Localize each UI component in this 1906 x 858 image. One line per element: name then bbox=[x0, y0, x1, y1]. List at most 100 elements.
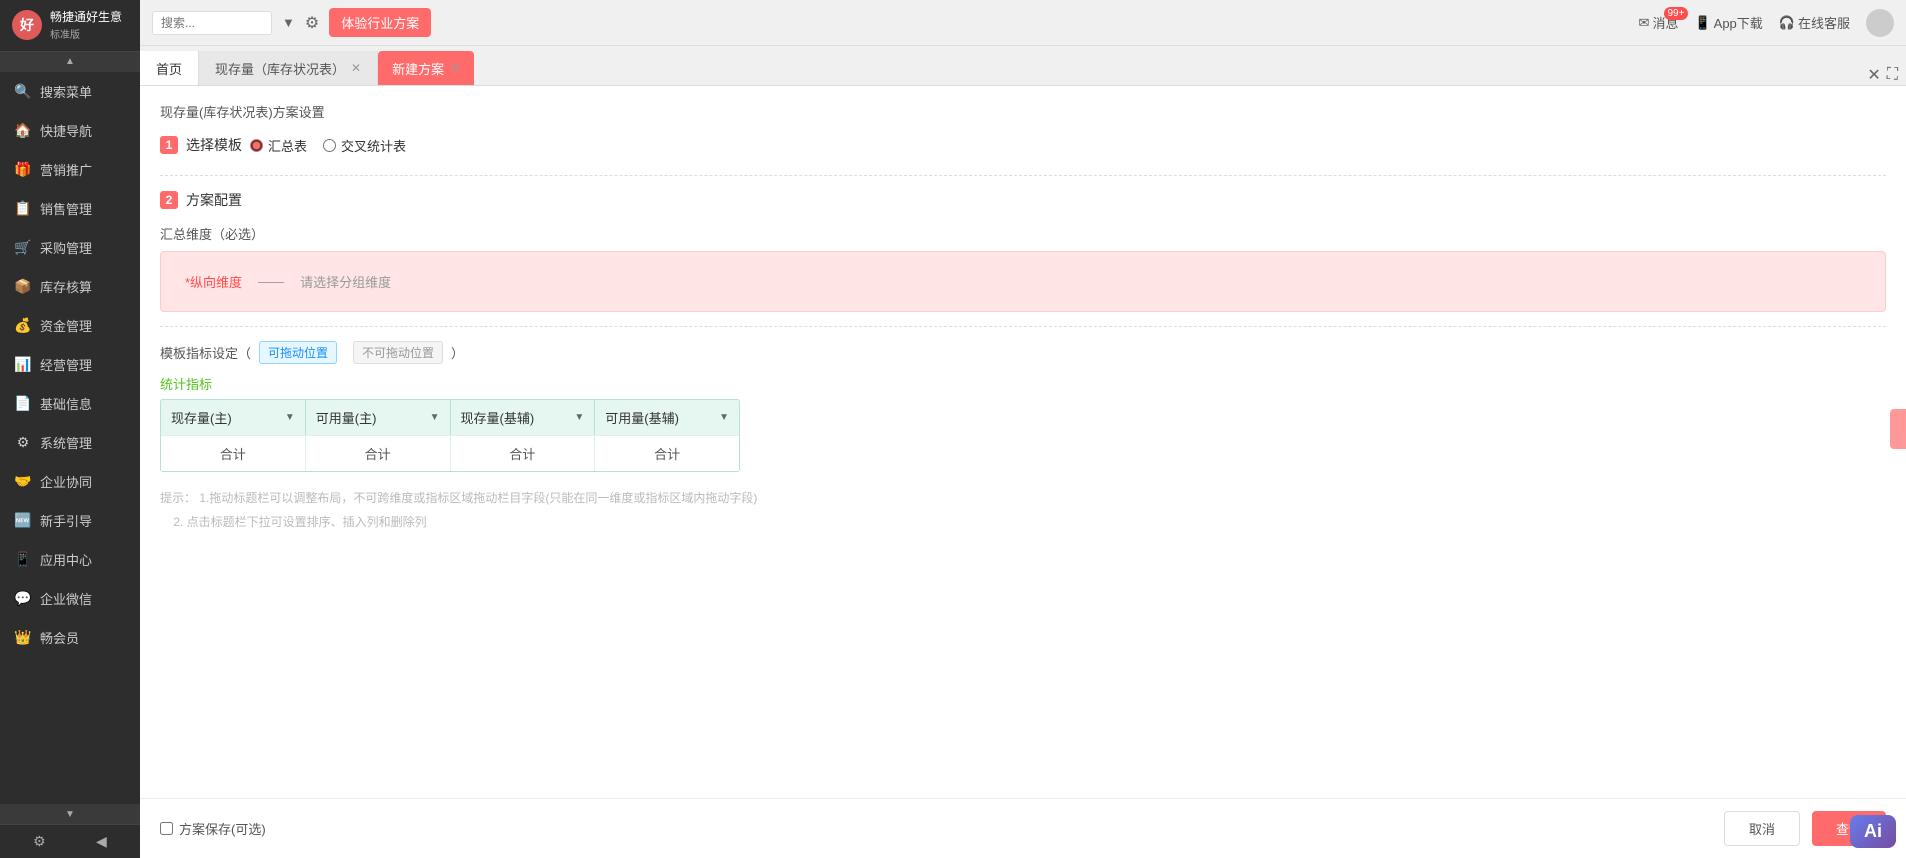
dimension-label: 汇总维度（必选） bbox=[160, 224, 1886, 243]
section-divider-2 bbox=[160, 326, 1886, 327]
sidebar-item-wechat[interactable]: 💬 企业微信 bbox=[0, 579, 140, 618]
doc-icon: 📄 bbox=[14, 394, 32, 412]
section2-title: 方案配置 bbox=[186, 190, 242, 210]
app-icon: 📱 bbox=[14, 550, 32, 568]
logo-icon: 好 bbox=[12, 10, 42, 40]
section-config: 2 方案配置 汇总维度（必选） *纵向维度 —— 请选择分组维度 模板指标设定（… bbox=[160, 190, 1886, 534]
dimension-arrow: —— bbox=[258, 274, 284, 289]
phone-icon: 📱 bbox=[1694, 15, 1710, 31]
tab-inventory-close[interactable]: ✕ bbox=[351, 61, 361, 75]
sidebar-item-guide[interactable]: 🆕 新手引导 bbox=[0, 501, 140, 540]
topbar-search-input[interactable] bbox=[152, 11, 272, 35]
radio-cross-input[interactable] bbox=[323, 139, 336, 152]
search-icon: 🔍 bbox=[14, 82, 32, 100]
section2-header: 2 方案配置 bbox=[160, 190, 1886, 210]
tab-bar: 首页 现存量（库存状况表） ✕ 新建方案 ✕ ✕ ⛶ bbox=[140, 46, 1906, 86]
stats-cell-0-2: 合计 bbox=[451, 435, 596, 471]
sidebar-menu: 🔍 搜索菜单 🏠 快捷导航 🎁 营销推广 📋 销售管理 🛒 采购管理 📦 库存核… bbox=[0, 72, 140, 804]
msg-badge: 99+ bbox=[1664, 7, 1689, 20]
system-icon: ⚙ bbox=[14, 433, 32, 451]
stats-cell-0-1: 合计 bbox=[306, 435, 451, 471]
sidebar-item-apps[interactable]: 📱 应用中心 bbox=[0, 540, 140, 579]
sidebar-item-contract[interactable]: 🤝 企业协同 bbox=[0, 462, 140, 501]
main-area: ▼ ⚙ 体验行业方案 ✉ 消息 99+ 📱 App下载 🎧 在线客服 首页 bbox=[140, 0, 1906, 858]
sidebar-bottom: ⚙ ◀ bbox=[0, 824, 140, 858]
stats-col-0[interactable]: 现存量(主) ▼ bbox=[161, 400, 306, 435]
sidebar-item-system[interactable]: ⚙ 系统管理 bbox=[0, 423, 140, 462]
wechat-icon: 💬 bbox=[14, 589, 32, 607]
logo-text: 畅捷通好生意 标准版 bbox=[50, 10, 122, 41]
dimension-required-label: *纵向维度 bbox=[185, 272, 242, 291]
section-divider-1 bbox=[160, 175, 1886, 176]
sidebar: 好 畅捷通好生意 标准版 ▲ 🔍 搜索菜单 🏠 快捷导航 🎁 营销推广 📋 销售… bbox=[0, 0, 140, 858]
radio-cross[interactable]: 交叉统计表 bbox=[323, 136, 406, 155]
cancel-button[interactable]: 取消 bbox=[1724, 811, 1800, 846]
stats-col-3[interactable]: 可用量(基辅) ▼ bbox=[595, 400, 739, 435]
collapse-btn[interactable]: ◀ bbox=[96, 833, 107, 850]
chevron-down-icon-3[interactable]: ▼ bbox=[719, 412, 729, 423]
sidebar-item-marketing[interactable]: 🎁 营销推广 bbox=[0, 150, 140, 189]
crown-icon: 👑 bbox=[14, 628, 32, 646]
ai-badge[interactable]: Ai bbox=[1850, 815, 1896, 848]
sidebar-item-sales[interactable]: 📋 销售管理 bbox=[0, 189, 140, 228]
bottom-bar: 方案保存(可选) 取消 查询 bbox=[140, 798, 1906, 858]
content-area: 现存量(库存状况表)方案设置 1 选择模板 汇总表 交叉统计表 bbox=[140, 86, 1906, 798]
handshake-icon: 🤝 bbox=[14, 472, 32, 490]
section2-num: 2 bbox=[160, 191, 178, 209]
chevron-down-icon-0[interactable]: ▼ bbox=[285, 412, 295, 423]
section1-num: 1 bbox=[160, 136, 178, 154]
message-icon: ✉ bbox=[1639, 15, 1650, 31]
chevron-down-icon-2[interactable]: ▼ bbox=[574, 412, 584, 423]
topbar-msg-btn[interactable]: ✉ 消息 99+ bbox=[1639, 13, 1679, 32]
tips-section: 提示： 1.拖动标题栏可以调整布局，不可跨维度或指标区域拖动栏目字段(只能在同一… bbox=[160, 486, 1886, 534]
sidebar-item-purchase[interactable]: 🛒 采购管理 bbox=[0, 228, 140, 267]
sidebar-scroll-up[interactable]: ▲ bbox=[0, 52, 140, 72]
tip-0: 提示： 1.拖动标题栏可以调整布局，不可跨维度或指标区域拖动栏目字段(只能在同一… bbox=[160, 486, 1886, 510]
topbar-app-btn[interactable]: 📱 App下载 bbox=[1694, 13, 1762, 32]
tab-minimize-btn[interactable]: ✕ bbox=[1867, 65, 1880, 85]
user-avatar[interactable] bbox=[1866, 9, 1894, 37]
section1-header: 1 选择模板 汇总表 交叉统计表 bbox=[160, 135, 1886, 155]
radio-summary[interactable]: 汇总表 bbox=[250, 136, 307, 155]
sidebar-item-basic[interactable]: 📄 基础信息 bbox=[0, 384, 140, 423]
sidebar-item-member[interactable]: 👑 畅会员 bbox=[0, 618, 140, 657]
stats-col-2[interactable]: 现存量(基辅) ▼ bbox=[451, 400, 596, 435]
chart-icon: 📊 bbox=[14, 355, 32, 373]
section-template: 1 选择模板 汇总表 交叉统计表 bbox=[160, 135, 1886, 155]
topbar-gear-btn[interactable]: ⚙ bbox=[305, 13, 319, 33]
topbar-trial-btn[interactable]: 体验行业方案 bbox=[329, 8, 431, 37]
sidebar-item-finance[interactable]: 💰 资金管理 bbox=[0, 306, 140, 345]
tab-new-scheme[interactable]: 新建方案 ✕ bbox=[378, 51, 474, 85]
chevron-down-icon-1[interactable]: ▼ bbox=[430, 412, 440, 423]
tab-home[interactable]: 首页 bbox=[140, 51, 199, 85]
sidebar-item-search[interactable]: 🔍 搜索菜单 bbox=[0, 72, 140, 111]
sidebar-scroll-down[interactable]: ▼ bbox=[0, 804, 140, 824]
right-edge-tab[interactable] bbox=[1890, 409, 1906, 449]
indicator-settings: 模板指标设定（ 可拖动位置 不可拖动位置 ） bbox=[160, 341, 1886, 364]
money-icon: 💰 bbox=[14, 316, 32, 334]
dimension-placeholder[interactable]: 请选择分组维度 bbox=[300, 272, 391, 291]
sidebar-item-management[interactable]: 📊 经营管理 bbox=[0, 345, 140, 384]
indicator-fixed-badge: 不可拖动位置 bbox=[353, 341, 443, 364]
stats-cell-0-0: 合计 bbox=[161, 435, 306, 471]
tab-new-scheme-close[interactable]: ✕ bbox=[450, 61, 460, 75]
save-checkbox-input[interactable] bbox=[160, 822, 173, 835]
tab-bar-right: ✕ ⛶ bbox=[1867, 65, 1906, 85]
stats-col-1[interactable]: 可用量(主) ▼ bbox=[306, 400, 451, 435]
topbar-dropdown-btn[interactable]: ▼ bbox=[282, 15, 295, 30]
stats-cell-0-3: 合计 bbox=[595, 435, 739, 471]
tab-inventory[interactable]: 现存量（库存状况表） ✕ bbox=[199, 51, 378, 85]
topbar-service-btn[interactable]: 🎧 在线客服 bbox=[1779, 13, 1850, 32]
page-title: 现存量(库存状况表)方案设置 bbox=[160, 102, 1886, 121]
sidebar-item-shortcut[interactable]: 🏠 快捷导航 bbox=[0, 111, 140, 150]
tab-maximize-btn[interactable]: ⛶ bbox=[1887, 66, 1898, 84]
stats-title: 统计指标 bbox=[160, 374, 1886, 393]
headset-icon: 🎧 bbox=[1779, 15, 1795, 31]
home-icon: 🏠 bbox=[14, 121, 32, 139]
save-checkbox-label[interactable]: 方案保存(可选) bbox=[160, 819, 266, 838]
section1-title: 选择模板 bbox=[186, 135, 242, 155]
radio-summary-input[interactable] bbox=[250, 139, 263, 152]
sidebar-item-inventory[interactable]: 📦 库存核算 bbox=[0, 267, 140, 306]
settings-btn[interactable]: ⚙ bbox=[33, 833, 46, 850]
sidebar-logo: 好 畅捷通好生意 标准版 bbox=[0, 0, 140, 52]
